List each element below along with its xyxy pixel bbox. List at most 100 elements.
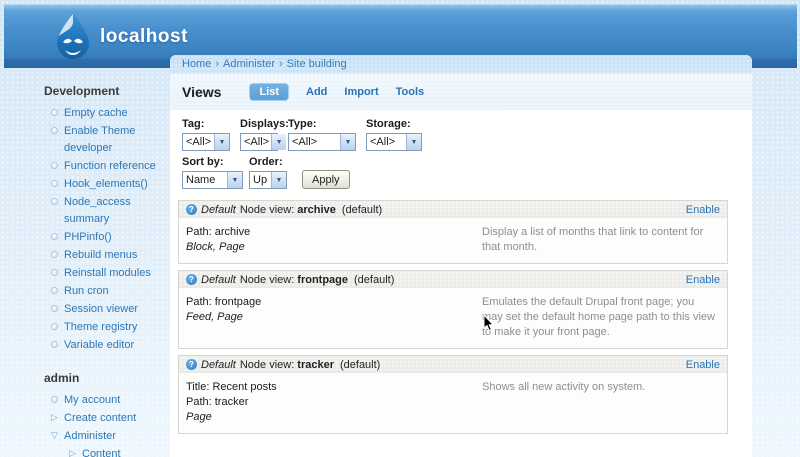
- apply-button[interactable]: Apply: [302, 170, 350, 189]
- sidebar-link[interactable]: PHPinfo(): [64, 231, 112, 243]
- sidebar-item-rebuild-menus[interactable]: Rebuild menus: [51, 247, 170, 264]
- sidebar-item-enable-theme-developer[interactable]: Enable Theme developer: [51, 123, 170, 157]
- help-icon[interactable]: ?: [186, 204, 197, 215]
- sidebar-item-empty-cache[interactable]: Empty cache: [51, 105, 170, 122]
- dropdown-arrow-icon[interactable]: ▼: [406, 134, 421, 150]
- title-tabs-bar: Views List Add Import Tools: [170, 74, 752, 110]
- sidebar-link[interactable]: Node_access summary: [64, 196, 131, 225]
- breadcrumb: Home › Administer › Site building: [170, 55, 752, 74]
- sidebar-link[interactable]: Empty cache: [64, 107, 128, 119]
- breadcrumb-link-administer[interactable]: Administer: [223, 58, 275, 70]
- bullet-circle-icon: [51, 162, 58, 169]
- view-row-body: Title: Recent posts Path: tracker Page S…: [179, 373, 727, 433]
- bullet-circle-icon: [51, 305, 58, 312]
- sidebar-submenu-administer: ▷ Content management: [69, 446, 170, 457]
- sidebar-link[interactable]: Administer: [64, 430, 116, 442]
- view-details: Path: archive Block, Page: [186, 225, 482, 255]
- sidebar-link[interactable]: Variable editor: [64, 339, 134, 351]
- sidebar-link[interactable]: Function reference: [64, 160, 156, 172]
- view-row-body: Path: frontpage Feed, Page Emulates the …: [179, 288, 727, 348]
- filter-displays-label: Displays:: [240, 118, 289, 130]
- dropdown-arrow-icon[interactable]: ▼: [227, 172, 242, 188]
- filter-type: Type: <All> ▼: [288, 118, 356, 151]
- dropdown-arrow-icon[interactable]: ▼: [214, 134, 229, 150]
- view-displays: Page: [186, 411, 212, 423]
- view-row-frontpage: ? Default Node view: frontpage (default)…: [178, 270, 728, 349]
- sidebar-item-administer[interactable]: ▽ Administer ▷ Content management: [51, 428, 170, 457]
- breadcrumb-link-home[interactable]: Home: [182, 58, 211, 70]
- filter-row-1: Tag: <All> ▼ Displays: <All> ▼ Type: <Al…: [182, 118, 740, 151]
- storage-select[interactable]: <All> ▼: [366, 133, 422, 151]
- view-name: tracker: [297, 358, 334, 371]
- sidebar-link[interactable]: Session viewer: [64, 303, 138, 315]
- tab-import[interactable]: Import: [344, 86, 378, 98]
- view-status: Default: [201, 203, 236, 216]
- sidebar-item-content-management[interactable]: ▷ Content management: [69, 446, 170, 457]
- enable-link[interactable]: Enable: [686, 274, 720, 286]
- breadcrumb-separator: ›: [215, 58, 220, 70]
- view-row-body: Path: archive Block, Page Display a list…: [179, 218, 727, 263]
- sidebar-section-title-development: Development: [44, 84, 120, 98]
- views-list: ? Default Node view: archive (default) E…: [178, 200, 728, 434]
- sidebar-item-function-reference[interactable]: Function reference: [51, 158, 170, 175]
- sidebar-item-node-access-summary[interactable]: Node_access summary: [51, 194, 170, 228]
- view-suffix: (default): [339, 358, 381, 371]
- view-title: Title: Recent posts: [186, 381, 277, 393]
- enable-link[interactable]: Enable: [686, 359, 720, 371]
- dropdown-arrow-icon[interactable]: ▼: [271, 172, 286, 188]
- tag-select[interactable]: <All> ▼: [182, 133, 230, 151]
- sidebar-link[interactable]: Hook_elements(): [64, 178, 148, 190]
- sidebar-menu-admin: My account ▷ Create content ▽ Administer ▷…: [51, 392, 170, 457]
- order-select[interactable]: Up ▼: [249, 171, 287, 189]
- dropdown-arrow-icon[interactable]: ▼: [271, 134, 287, 150]
- tag-select-value: <All>: [186, 136, 212, 148]
- sidebar-link[interactable]: My account: [64, 394, 120, 406]
- sidebar-item-phpinfo[interactable]: PHPinfo(): [51, 229, 170, 246]
- sidebar-item-hook-elements[interactable]: Hook_elements(): [51, 176, 170, 193]
- sidebar-item-session-viewer[interactable]: Session viewer: [51, 301, 170, 318]
- view-row-header: ? Default Node view: frontpage (default)…: [179, 271, 727, 288]
- sidebar-link[interactable]: Create content: [64, 412, 136, 424]
- page-title: Views: [182, 84, 222, 100]
- sidebar-link[interactable]: Enable Theme developer: [64, 125, 135, 154]
- view-status: Default: [201, 358, 236, 371]
- displays-select[interactable]: <All> ▼: [240, 133, 287, 151]
- view-row-archive: ? Default Node view: archive (default) E…: [178, 200, 728, 264]
- view-description: Shows all new activity on system.: [482, 381, 646, 393]
- sidebar-item-variable-editor[interactable]: Variable editor: [51, 337, 170, 354]
- breadcrumb-link-site-building[interactable]: Site building: [287, 58, 347, 70]
- sidebar-link[interactable]: Theme registry: [64, 321, 137, 333]
- tab-list[interactable]: List: [249, 83, 289, 101]
- tab-add[interactable]: Add: [306, 86, 327, 98]
- sidebar-item-my-account[interactable]: My account: [51, 392, 170, 409]
- dropdown-arrow-icon[interactable]: ▼: [340, 134, 355, 150]
- chevron-down-icon: ▽: [51, 430, 58, 440]
- help-icon[interactable]: ?: [186, 359, 197, 370]
- bullet-circle-icon: [51, 287, 58, 294]
- view-path: Path: tracker: [186, 396, 249, 408]
- sidebar-item-reinstall-modules[interactable]: Reinstall modules: [51, 265, 170, 282]
- filter-sort-by: Sort by: Name ▼: [182, 156, 243, 189]
- sidebar-item-theme-registry[interactable]: Theme registry: [51, 319, 170, 336]
- filter-tag-label: Tag:: [182, 118, 205, 130]
- sidebar-link[interactable]: Reinstall modules: [64, 267, 151, 279]
- view-description: Display a list of months that link to co…: [482, 226, 704, 253]
- help-icon[interactable]: ?: [186, 274, 197, 285]
- sidebar-item-create-content[interactable]: ▷ Create content: [51, 410, 170, 427]
- sidebar-link[interactable]: Run cron: [64, 285, 109, 297]
- sidebar-item-run-cron[interactable]: Run cron: [51, 283, 170, 300]
- sidebar-link[interactable]: Content management: [82, 448, 146, 457]
- sort-by-select[interactable]: Name ▼: [182, 171, 243, 189]
- site-name-link[interactable]: localhost: [100, 26, 188, 48]
- storage-select-value: <All>: [370, 136, 396, 148]
- sidebar-menu-development: Empty cache Enable Theme developer Funct…: [51, 105, 170, 354]
- enable-link[interactable]: Enable: [686, 204, 720, 216]
- view-path: Path: archive: [186, 226, 251, 238]
- view-displays: Feed, Page: [186, 311, 243, 323]
- type-select[interactable]: <All> ▼: [288, 133, 356, 151]
- order-label: Order:: [249, 156, 283, 168]
- order-select-value: Up: [253, 174, 268, 186]
- sidebar-link[interactable]: Rebuild menus: [64, 249, 137, 261]
- tab-tools[interactable]: Tools: [396, 86, 425, 98]
- view-row-header: ? Default Node view: archive (default) E…: [179, 201, 727, 218]
